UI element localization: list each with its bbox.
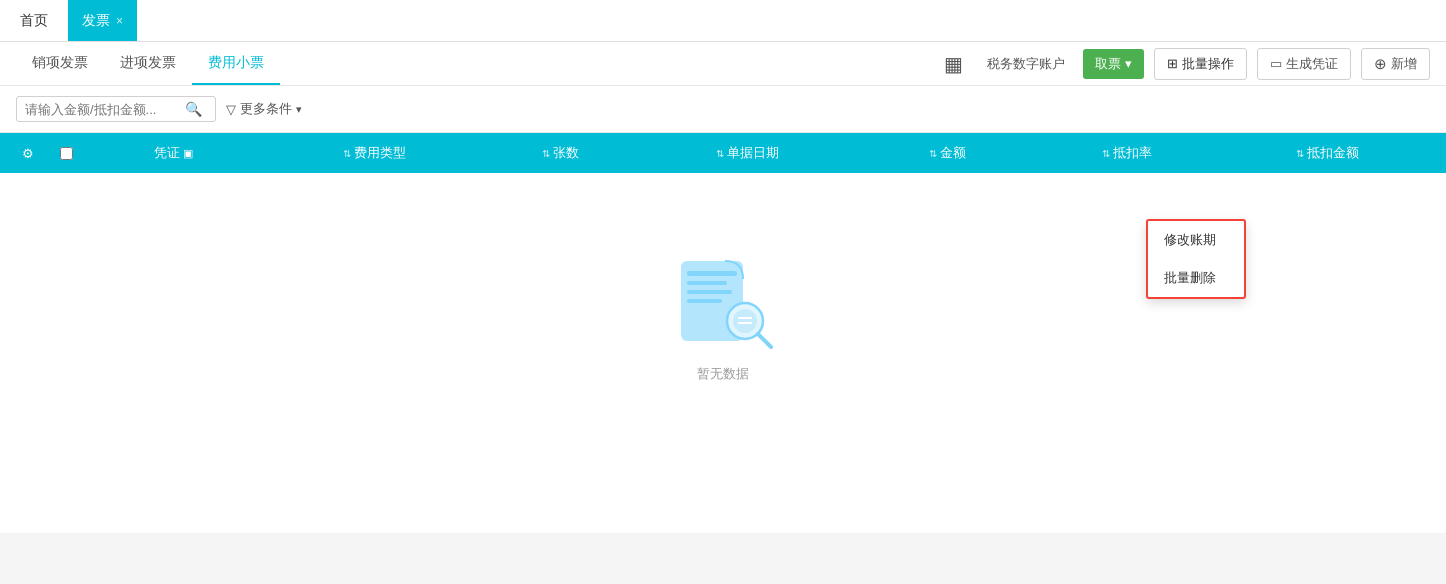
th-checkbox[interactable]: [48, 147, 84, 160]
nav-home[interactable]: 首页: [0, 0, 68, 41]
filter-icon: ▽: [226, 102, 236, 117]
th-deduction-amount-label: 抵扣金额: [1307, 144, 1359, 162]
batch-ops-label: 批量操作: [1182, 55, 1234, 73]
sort-icon-deduction-rate[interactable]: ⇅: [1102, 148, 1110, 159]
search-icon[interactable]: 🔍: [185, 101, 202, 117]
svg-rect-4: [687, 299, 722, 303]
search-input[interactable]: [25, 102, 185, 117]
active-tab-label: 发票: [82, 12, 110, 30]
settings-icon: ⚙: [22, 146, 34, 161]
batch-ops-button[interactable]: ⊞ 批量操作: [1154, 48, 1247, 80]
svg-line-7: [758, 334, 771, 347]
more-conditions-arrow-icon: ▾: [296, 103, 302, 116]
more-conditions-label: 更多条件: [240, 100, 292, 118]
filter-bar: 🔍 ▽ 更多条件 ▾: [0, 86, 1446, 133]
sort-icon-date[interactable]: ⇅: [716, 148, 724, 159]
voucher-filter-icon[interactable]: ▣: [183, 147, 193, 160]
th-settings[interactable]: ⚙: [8, 146, 48, 161]
th-amount: ⇅ 金额: [858, 144, 1037, 162]
th-voucher: 凭证 ▣: [84, 144, 263, 162]
qr-icon: ▦: [944, 52, 963, 76]
th-voucher-label: 凭证: [154, 144, 180, 162]
main-content: ⚙ 凭证 ▣ ⇅ 费用类型 ⇅ 张数 ⇅ 单据日期 ⇅ 金额 ⇅ 抵扣率: [0, 133, 1446, 533]
empty-state-illustration: [663, 253, 783, 353]
th-count-label: 张数: [553, 144, 579, 162]
th-deduction-rate: ⇅ 抵扣率: [1037, 144, 1216, 162]
sub-tabs-right: ▦ 税务数字账户 取票 ▾ ⊞ 批量操作 ▭ 生成凭证 ⊕ 新增: [937, 48, 1430, 80]
take-ticket-arrow-icon: ▾: [1125, 56, 1132, 71]
top-nav: 首页 发票 ×: [0, 0, 1446, 42]
th-count: ⇅ 张数: [485, 144, 637, 162]
svg-rect-2: [687, 281, 727, 285]
tab-input-invoice[interactable]: 进项发票: [104, 42, 192, 85]
sub-tabs-left: 销项发票 进项发票 费用小票: [16, 42, 280, 85]
svg-point-6: [733, 309, 757, 333]
batch-ops-icon: ⊞: [1167, 56, 1178, 71]
more-conditions-button[interactable]: ▽ 更多条件 ▾: [226, 100, 302, 118]
qr-code-button[interactable]: ▦: [937, 48, 969, 80]
sort-icon-count[interactable]: ⇅: [542, 148, 550, 159]
tab-expense-receipt[interactable]: 费用小票: [192, 42, 280, 85]
dropdown-item-batch-delete[interactable]: 批量删除: [1148, 259, 1244, 297]
add-label: 新增: [1391, 55, 1417, 73]
select-all-checkbox[interactable]: [60, 147, 73, 160]
search-input-wrap: 🔍: [16, 96, 216, 122]
tab-sales-invoice[interactable]: 销项发票: [16, 42, 104, 85]
dropdown-item-modify-period[interactable]: 修改账期: [1148, 221, 1244, 259]
sort-icon-deduction-amount[interactable]: ⇅: [1296, 148, 1304, 159]
close-tab-button[interactable]: ×: [116, 14, 123, 28]
batch-ops-dropdown: 修改账期 批量删除: [1146, 219, 1246, 299]
th-date-label: 单据日期: [727, 144, 779, 162]
gen-voucher-label: 生成凭证: [1286, 55, 1338, 73]
th-expense-type: ⇅ 费用类型: [263, 144, 484, 162]
sort-icon-amount[interactable]: ⇅: [929, 148, 937, 159]
empty-state-text: 暂无数据: [697, 365, 749, 383]
take-ticket-label: 取票: [1095, 55, 1121, 73]
sub-tabs-bar: 销项发票 进项发票 费用小票 ▦ 税务数字账户 取票 ▾ ⊞ 批量操作 ▭ 生成…: [0, 42, 1446, 86]
th-expense-type-label: 费用类型: [354, 144, 406, 162]
sort-icon-expense[interactable]: ⇅: [343, 148, 351, 159]
add-icon: ⊕: [1374, 55, 1387, 73]
nav-active-tab[interactable]: 发票 ×: [68, 0, 137, 41]
th-deduction-rate-label: 抵扣率: [1113, 144, 1152, 162]
svg-rect-1: [687, 271, 737, 276]
table-header: ⚙ 凭证 ▣ ⇅ 费用类型 ⇅ 张数 ⇅ 单据日期 ⇅ 金额 ⇅ 抵扣率: [0, 133, 1446, 173]
th-amount-label: 金额: [940, 144, 966, 162]
add-button[interactable]: ⊕ 新增: [1361, 48, 1430, 80]
svg-rect-3: [687, 290, 732, 294]
th-deduction-amount: ⇅ 抵扣金额: [1217, 144, 1438, 162]
gen-voucher-button[interactable]: ▭ 生成凭证: [1257, 48, 1351, 80]
gen-voucher-icon: ▭: [1270, 56, 1282, 71]
th-date: ⇅ 单据日期: [636, 144, 857, 162]
take-ticket-button[interactable]: 取票 ▾: [1083, 49, 1144, 79]
tax-digital-account-button[interactable]: 税务数字账户: [979, 55, 1073, 73]
